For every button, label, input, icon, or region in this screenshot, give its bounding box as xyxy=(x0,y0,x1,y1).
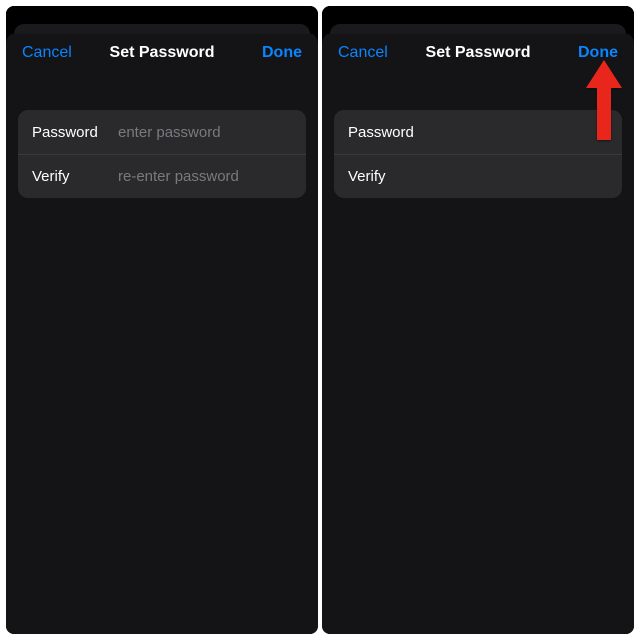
verify-input[interactable] xyxy=(118,168,306,185)
password-input[interactable] xyxy=(118,124,306,141)
cancel-button[interactable]: Cancel xyxy=(338,44,396,62)
cancel-button[interactable]: Cancel xyxy=(22,44,80,62)
password-form-group: Password Verify xyxy=(18,110,306,198)
nav-bar: Cancel Set Password Done xyxy=(322,32,634,76)
password-form-group: Password Verify xyxy=(334,110,622,198)
done-button[interactable]: Done xyxy=(244,44,302,62)
verify-row[interactable]: Verify xyxy=(334,154,622,198)
password-row[interactable]: Password xyxy=(18,110,306,154)
background-sheet-peek xyxy=(6,6,318,34)
background-sheet-peek xyxy=(322,6,634,34)
password-label: Password xyxy=(32,124,118,141)
modal-sheet: Cancel Set Password Done Password Verify xyxy=(322,32,634,634)
phone-screen-left: Cancel Set Password Done Password Verify xyxy=(6,6,318,634)
page-title: Set Password xyxy=(396,44,560,62)
verify-label: Verify xyxy=(32,168,118,185)
verify-row[interactable]: Verify xyxy=(18,154,306,198)
nav-bar: Cancel Set Password Done xyxy=(6,32,318,76)
verify-input[interactable] xyxy=(434,168,622,185)
verify-label: Verify xyxy=(348,168,434,185)
done-button[interactable]: Done xyxy=(560,44,618,62)
page-title: Set Password xyxy=(80,44,244,62)
password-label: Password xyxy=(348,124,434,141)
password-input[interactable] xyxy=(434,124,622,141)
password-row[interactable]: Password xyxy=(334,110,622,154)
modal-sheet: Cancel Set Password Done Password Verify xyxy=(6,32,318,634)
phone-screen-right: Cancel Set Password Done Password Verify xyxy=(322,6,634,634)
